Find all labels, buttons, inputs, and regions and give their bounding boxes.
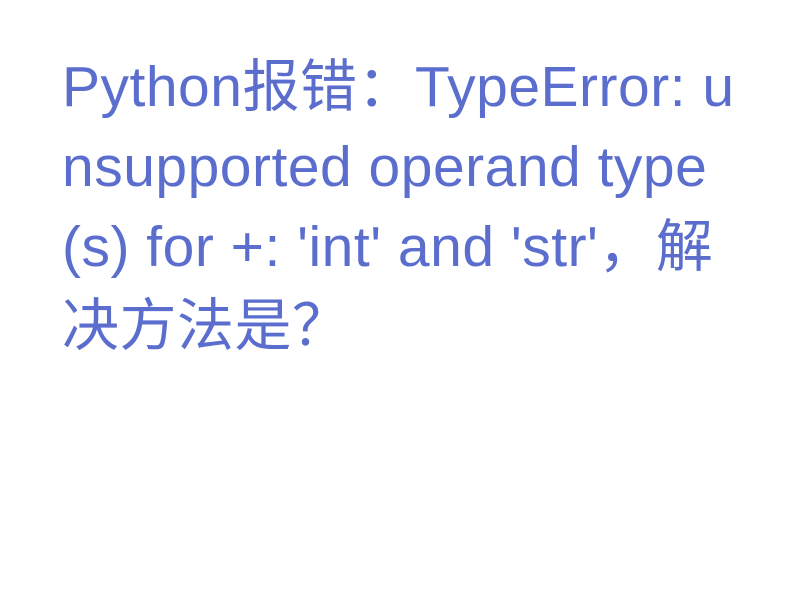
error-title: Python报错：TypeError: unsupported operand … [62, 48, 738, 367]
document-card: Python报错：TypeError: unsupported operand … [0, 0, 800, 600]
